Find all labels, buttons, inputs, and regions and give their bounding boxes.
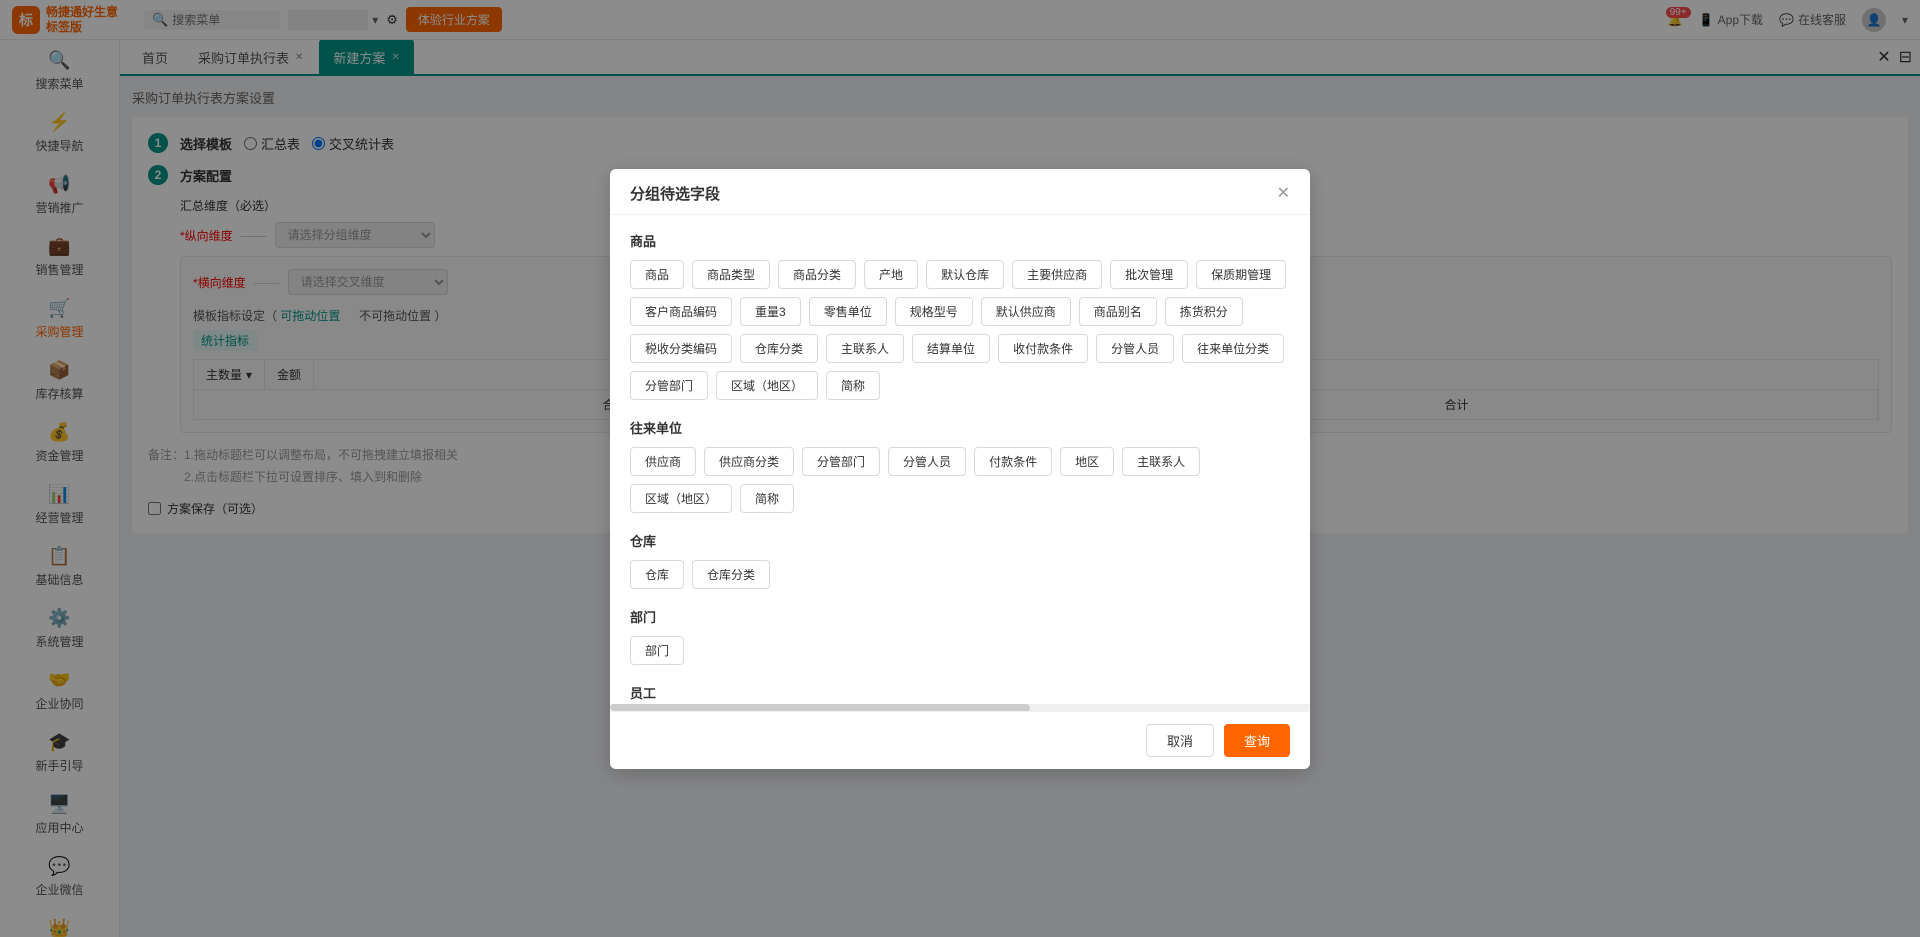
field-group-title-0: 商品 bbox=[630, 231, 1290, 250]
field-tag-0-17[interactable]: 主联系人 bbox=[826, 334, 904, 363]
field-tag-2-0[interactable]: 仓库 bbox=[630, 560, 684, 589]
scrollbar-thumb bbox=[610, 704, 1030, 710]
field-group-title-1: 往来单位 bbox=[630, 418, 1290, 437]
field-tag-3-0[interactable]: 部门 bbox=[630, 636, 684, 665]
field-tag-0-13[interactable]: 商品别名 bbox=[1079, 297, 1157, 326]
modal-overlay: 分组待选字段 ✕ 商品商品商品类型商品分类产地默认仓库主要供应商批次管理保质期管… bbox=[0, 0, 1920, 937]
field-group-title-2: 仓库 bbox=[630, 531, 1290, 550]
modal-title: 分组待选字段 bbox=[630, 183, 720, 204]
field-group-0: 商品商品商品类型商品分类产地默认仓库主要供应商批次管理保质期管理客户商品编码重量… bbox=[630, 231, 1290, 400]
field-tag-1-2[interactable]: 分管部门 bbox=[802, 447, 880, 476]
field-tags-0: 商品商品类型商品分类产地默认仓库主要供应商批次管理保质期管理客户商品编码重量3 零… bbox=[630, 260, 1290, 400]
field-tag-0-11[interactable]: 规格型号 bbox=[895, 297, 973, 326]
modal-header: 分组待选字段 ✕ bbox=[610, 169, 1310, 215]
field-group-4: 员工业务员 bbox=[630, 683, 1290, 705]
field-tag-0-4[interactable]: 默认仓库 bbox=[926, 260, 1004, 289]
field-tag-0-18[interactable]: 结算单位 bbox=[912, 334, 990, 363]
field-tag-0-21[interactable]: 往来单位分类 bbox=[1182, 334, 1284, 363]
field-tag-0-6[interactable]: 批次管理 bbox=[1110, 260, 1188, 289]
field-tag-0-2[interactable]: 商品分类 bbox=[778, 260, 856, 289]
field-tags-3: 部门 bbox=[630, 636, 1290, 665]
field-tag-0-8[interactable]: 客户商品编码 bbox=[630, 297, 732, 326]
field-tag-2-1[interactable]: 仓库分类 bbox=[692, 560, 770, 589]
modal-close-button[interactable]: ✕ bbox=[1277, 183, 1290, 203]
field-tag-0-14[interactable]: 拣货积分 bbox=[1165, 297, 1243, 326]
field-tag-0-9[interactable]: 重量3 bbox=[740, 297, 801, 326]
field-tag-1-0[interactable]: 供应商 bbox=[630, 447, 696, 476]
modal: 分组待选字段 ✕ 商品商品商品类型商品分类产地默认仓库主要供应商批次管理保质期管… bbox=[610, 169, 1310, 769]
field-tag-1-1[interactable]: 供应商分类 bbox=[704, 447, 794, 476]
field-tags-2: 仓库仓库分类 bbox=[630, 560, 1290, 589]
field-tag-0-20[interactable]: 分管人员 bbox=[1096, 334, 1174, 363]
field-tag-0-5[interactable]: 主要供应商 bbox=[1012, 260, 1102, 289]
modal-footer: 取消 查询 bbox=[610, 711, 1310, 769]
cancel-button[interactable]: 取消 bbox=[1146, 724, 1214, 757]
field-tag-0-24[interactable]: 简称 bbox=[826, 371, 880, 400]
field-group-title-3: 部门 bbox=[630, 607, 1290, 626]
field-tag-1-8[interactable]: 简称 bbox=[740, 484, 794, 513]
field-tag-0-16[interactable]: 仓库分类 bbox=[740, 334, 818, 363]
field-tag-1-4[interactable]: 付款条件 bbox=[974, 447, 1052, 476]
field-tag-0-1[interactable]: 商品类型 bbox=[692, 260, 770, 289]
field-tag-0-22[interactable]: 分管部门 bbox=[630, 371, 708, 400]
field-tag-0-10[interactable]: 零售单位 bbox=[809, 297, 887, 326]
field-group-2: 仓库仓库仓库分类 bbox=[630, 531, 1290, 589]
field-tag-0-0[interactable]: 商品 bbox=[630, 260, 684, 289]
modal-body: 商品商品商品类型商品分类产地默认仓库主要供应商批次管理保质期管理客户商品编码重量… bbox=[610, 215, 1310, 705]
field-tag-0-19[interactable]: 收付款条件 bbox=[998, 334, 1088, 363]
field-tag-1-3[interactable]: 分管人员 bbox=[888, 447, 966, 476]
field-tag-0-7[interactable]: 保质期管理 bbox=[1196, 260, 1286, 289]
field-group-1: 往来单位供应商供应商分类分管部门分管人员付款条件地区主联系人区域（地区） 简称 bbox=[630, 418, 1290, 513]
field-tag-1-7[interactable]: 区域（地区） bbox=[630, 484, 732, 513]
field-tag-0-12[interactable]: 默认供应商 bbox=[981, 297, 1071, 326]
confirm-button[interactable]: 查询 bbox=[1224, 724, 1290, 757]
field-tag-0-3[interactable]: 产地 bbox=[864, 260, 918, 289]
field-tags-1: 供应商供应商分类分管部门分管人员付款条件地区主联系人区域（地区） 简称 bbox=[630, 447, 1290, 513]
field-tag-1-5[interactable]: 地区 bbox=[1060, 447, 1114, 476]
field-group-3: 部门部门 bbox=[630, 607, 1290, 665]
field-tag-0-23[interactable]: 区域（地区） bbox=[716, 371, 818, 400]
modal-horizontal-scrollbar[interactable] bbox=[610, 704, 1310, 710]
field-group-title-4: 员工 bbox=[630, 683, 1290, 702]
field-tag-0-15[interactable]: 税收分类编码 bbox=[630, 334, 732, 363]
field-tag-1-6[interactable]: 主联系人 bbox=[1122, 447, 1200, 476]
